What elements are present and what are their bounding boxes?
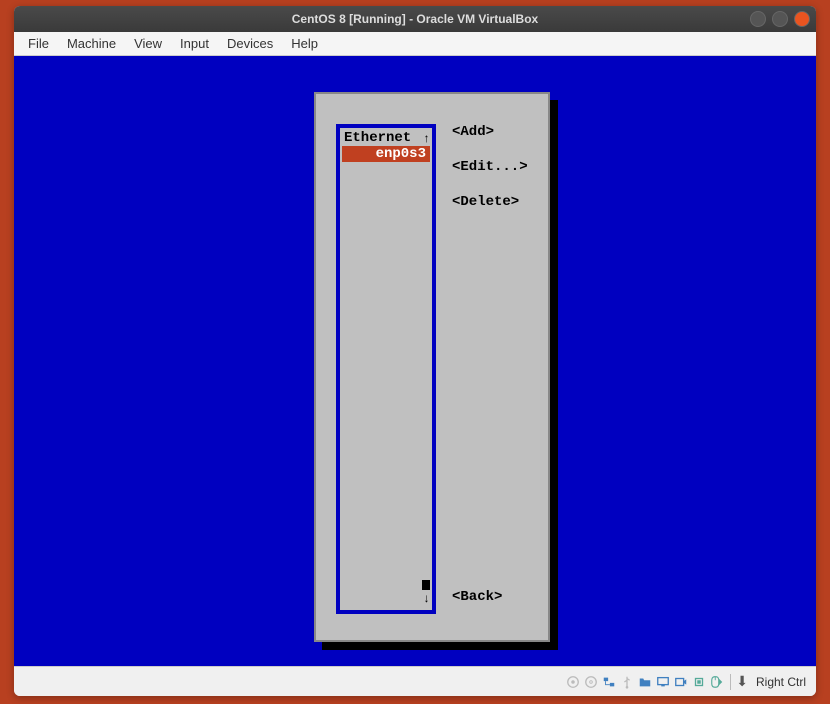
vm-display[interactable]: Ethernet enp0s3 ↑ ↓ <Add> <Edit...> <Del… xyxy=(14,56,816,666)
window-controls xyxy=(750,11,810,27)
recording-icon[interactable] xyxy=(673,674,689,690)
menu-input[interactable]: Input xyxy=(172,34,217,53)
nmtui-dialog: Ethernet enp0s3 ↑ ↓ <Add> <Edit...> <Del… xyxy=(314,92,550,642)
network-icon[interactable] xyxy=(601,674,617,690)
menubar: File Machine View Input Devices Help xyxy=(14,32,816,56)
add-button[interactable]: <Add> xyxy=(452,124,528,141)
menu-machine[interactable]: Machine xyxy=(59,34,124,53)
statusbar: ⬇ Right Ctrl xyxy=(14,666,816,696)
keyboard-capture-icon: ⬇ xyxy=(736,673,748,690)
usb-icon[interactable] xyxy=(619,674,635,690)
optical-icon[interactable] xyxy=(583,674,599,690)
delete-button[interactable]: <Delete> xyxy=(452,194,528,211)
minimize-button[interactable] xyxy=(750,11,766,27)
maximize-button[interactable] xyxy=(772,11,788,27)
back-button[interactable]: <Back> xyxy=(452,589,528,606)
shared-folder-icon[interactable] xyxy=(637,674,653,690)
dialog-buttons: <Add> <Edit...> <Delete> <Back> xyxy=(452,124,528,614)
titlebar[interactable]: CentOS 8 [Running] - Oracle VM VirtualBo… xyxy=(14,6,816,32)
close-button[interactable] xyxy=(794,11,810,27)
dialog-content: Ethernet enp0s3 ↑ ↓ <Add> <Edit...> <Del… xyxy=(336,124,532,624)
scroll-up-icon: ↑ xyxy=(423,132,430,146)
virtualbox-window: CentOS 8 [Running] - Oracle VM VirtualBo… xyxy=(14,6,816,696)
host-key-label[interactable]: Right Ctrl xyxy=(756,675,806,689)
menu-view[interactable]: View xyxy=(126,34,170,53)
scroll-down-icon: ↓ xyxy=(423,592,430,606)
scroll-thumb[interactable] xyxy=(422,580,430,590)
mouse-integration-icon[interactable] xyxy=(709,674,725,690)
menu-file[interactable]: File xyxy=(20,34,57,53)
cpu-icon[interactable] xyxy=(691,674,707,690)
separator xyxy=(730,674,731,690)
list-header-ethernet: Ethernet xyxy=(342,130,430,146)
display-icon[interactable] xyxy=(655,674,671,690)
hdd-icon[interactable] xyxy=(565,674,581,690)
edit-button[interactable]: <Edit...> xyxy=(452,159,528,176)
connection-list[interactable]: Ethernet enp0s3 ↑ ↓ xyxy=(336,124,436,614)
menu-help[interactable]: Help xyxy=(283,34,326,53)
menu-devices[interactable]: Devices xyxy=(219,34,281,53)
connection-item-selected[interactable]: enp0s3 xyxy=(342,146,430,162)
window-title: CentOS 8 [Running] - Oracle VM VirtualBo… xyxy=(292,12,538,26)
